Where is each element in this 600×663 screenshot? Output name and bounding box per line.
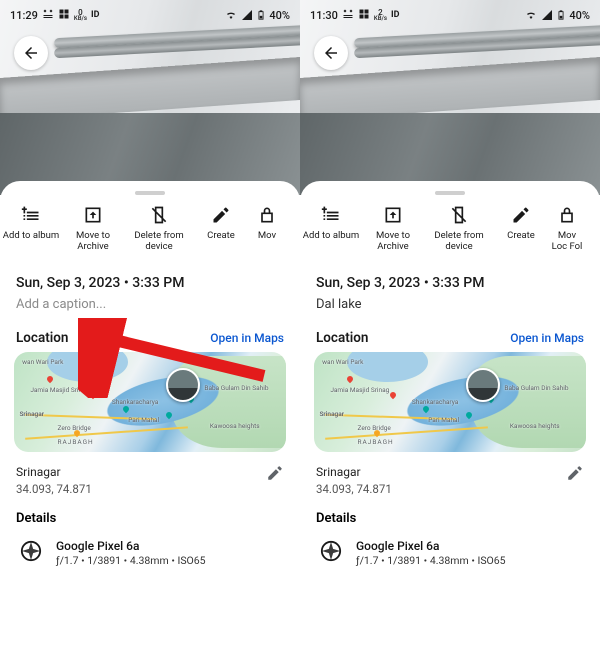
tools-icon <box>342 8 354 23</box>
location-map[interactable]: wan Wari Park Jamia Masjid Srinag Srinag… <box>314 352 586 452</box>
map-photo-thumb <box>166 368 200 402</box>
battery-icon <box>256 9 266 21</box>
phone-left: 11:29 0 KB/s ID 40% <box>0 0 300 663</box>
action-label: Mov Loc Fol <box>550 231 584 253</box>
location-place: Srinagar <box>316 464 392 481</box>
caption-input[interactable]: Dal lake <box>300 295 600 330</box>
delete-from-device-button[interactable]: Delete from device <box>426 205 492 253</box>
wifi-icon <box>224 9 238 21</box>
device-info: Google Pixel 6a ƒ/1.7 • 1/3891 • 4.38mm … <box>300 530 600 568</box>
delete-from-device-button[interactable]: Delete from device <box>126 205 192 253</box>
caption-input[interactable]: Add a caption... <box>0 295 300 330</box>
status-time: 11:29 <box>10 9 38 22</box>
action-row: Add to album Move to Archive Delete from… <box>0 205 300 269</box>
back-button[interactable] <box>314 36 348 70</box>
signal-icon <box>241 9 253 21</box>
pencil-icon <box>566 464 584 482</box>
grid-icon <box>58 8 70 23</box>
action-label: Create <box>507 231 535 242</box>
location-label: Location <box>16 330 68 346</box>
photo-preview[interactable] <box>0 0 300 195</box>
action-label: Create <box>207 231 235 242</box>
move-to-locked-button[interactable]: Mov Loc Fol <box>550 205 584 253</box>
location-label: Location <box>316 330 368 346</box>
action-label: Move to Archive <box>60 231 126 253</box>
tools-icon <box>42 8 54 23</box>
id-icon: ID <box>391 10 399 20</box>
lock-icon <box>557 205 577 225</box>
status-net-unit: KB/s <box>374 16 387 21</box>
action-label: Move to Archive <box>360 231 426 253</box>
arrow-back-icon <box>322 44 340 62</box>
action-label: Delete from device <box>426 231 492 253</box>
move-to-locked-button[interactable]: Mov <box>250 205 284 253</box>
status-battery: 40% <box>269 9 290 22</box>
device-meta: ƒ/1.7 • 1/3891 • 4.38mm • ISO65 <box>56 554 206 568</box>
device-meta: ƒ/1.7 • 1/3891 • 4.38mm • ISO65 <box>356 554 506 568</box>
location-place: Srinagar <box>16 464 92 481</box>
lock-icon <box>257 205 277 225</box>
edit-location-button[interactable] <box>266 464 284 486</box>
location-map[interactable]: wan Wari Park Jamia Masjid Srinag Srinag… <box>14 352 286 452</box>
create-button[interactable]: Create <box>492 205 550 253</box>
create-icon <box>511 205 531 225</box>
photo-datetime: Sun, Sep 3, 2023 • 3:33 PM <box>0 269 300 295</box>
arrow-back-icon <box>22 44 40 62</box>
details-label: Details <box>300 509 600 530</box>
device-info: Google Pixel 6a ƒ/1.7 • 1/3891 • 4.38mm … <box>0 530 300 568</box>
edit-location-button[interactable] <box>566 464 584 486</box>
delete-device-icon <box>449 205 469 225</box>
status-battery: 40% <box>569 9 590 22</box>
drag-handle[interactable] <box>135 191 165 195</box>
signal-icon <box>541 9 553 21</box>
info-sheet[interactable]: Add to album Move to Archive Delete from… <box>0 181 300 663</box>
status-bar: 11:29 0 KB/s ID 40% <box>0 4 300 26</box>
action-label: Add to album <box>303 231 359 242</box>
map-photo-thumb <box>466 368 500 402</box>
location-coords: 34.093, 74.871 <box>16 481 92 497</box>
details-label: Details <box>0 509 300 530</box>
status-net-unit: KB/s <box>74 16 87 21</box>
drag-handle[interactable] <box>435 191 465 195</box>
action-label: Delete from device <box>126 231 192 253</box>
battery-icon <box>556 9 566 21</box>
action-label: Add to album <box>3 231 59 242</box>
back-button[interactable] <box>14 36 48 70</box>
delete-device-icon <box>149 205 169 225</box>
add-to-album-button[interactable]: Add to album <box>302 205 360 253</box>
add-to-album-icon <box>21 205 41 225</box>
id-icon: ID <box>91 10 99 20</box>
move-to-archive-button[interactable]: Move to Archive <box>60 205 126 253</box>
open-in-maps-link[interactable]: Open in Maps <box>210 331 284 345</box>
pencil-icon <box>266 464 284 482</box>
status-time: 11:30 <box>310 9 338 22</box>
aperture-icon <box>320 540 342 562</box>
create-button[interactable]: Create <box>192 205 250 253</box>
add-to-album-button[interactable]: Add to album <box>2 205 60 253</box>
aperture-icon <box>20 540 42 562</box>
wifi-icon <box>524 9 538 21</box>
device-name: Google Pixel 6a <box>356 538 506 554</box>
open-in-maps-link[interactable]: Open in Maps <box>510 331 584 345</box>
grid-icon <box>358 8 370 23</box>
archive-icon <box>383 205 403 225</box>
phone-right: 11:30 2 KB/s ID 40% <box>300 0 600 663</box>
location-coords: 34.093, 74.871 <box>316 481 392 497</box>
action-row: Add to album Move to Archive Delete from… <box>300 205 600 269</box>
archive-icon <box>83 205 103 225</box>
photo-preview[interactable] <box>300 0 600 195</box>
device-name: Google Pixel 6a <box>56 538 206 554</box>
photo-datetime: Sun, Sep 3, 2023 • 3:33 PM <box>300 269 600 295</box>
action-label: Mov <box>258 231 276 242</box>
info-sheet[interactable]: Add to album Move to Archive Delete from… <box>300 181 600 663</box>
create-icon <box>211 205 231 225</box>
add-to-album-icon <box>321 205 341 225</box>
move-to-archive-button[interactable]: Move to Archive <box>360 205 426 253</box>
status-bar: 11:30 2 KB/s ID 40% <box>300 4 600 26</box>
